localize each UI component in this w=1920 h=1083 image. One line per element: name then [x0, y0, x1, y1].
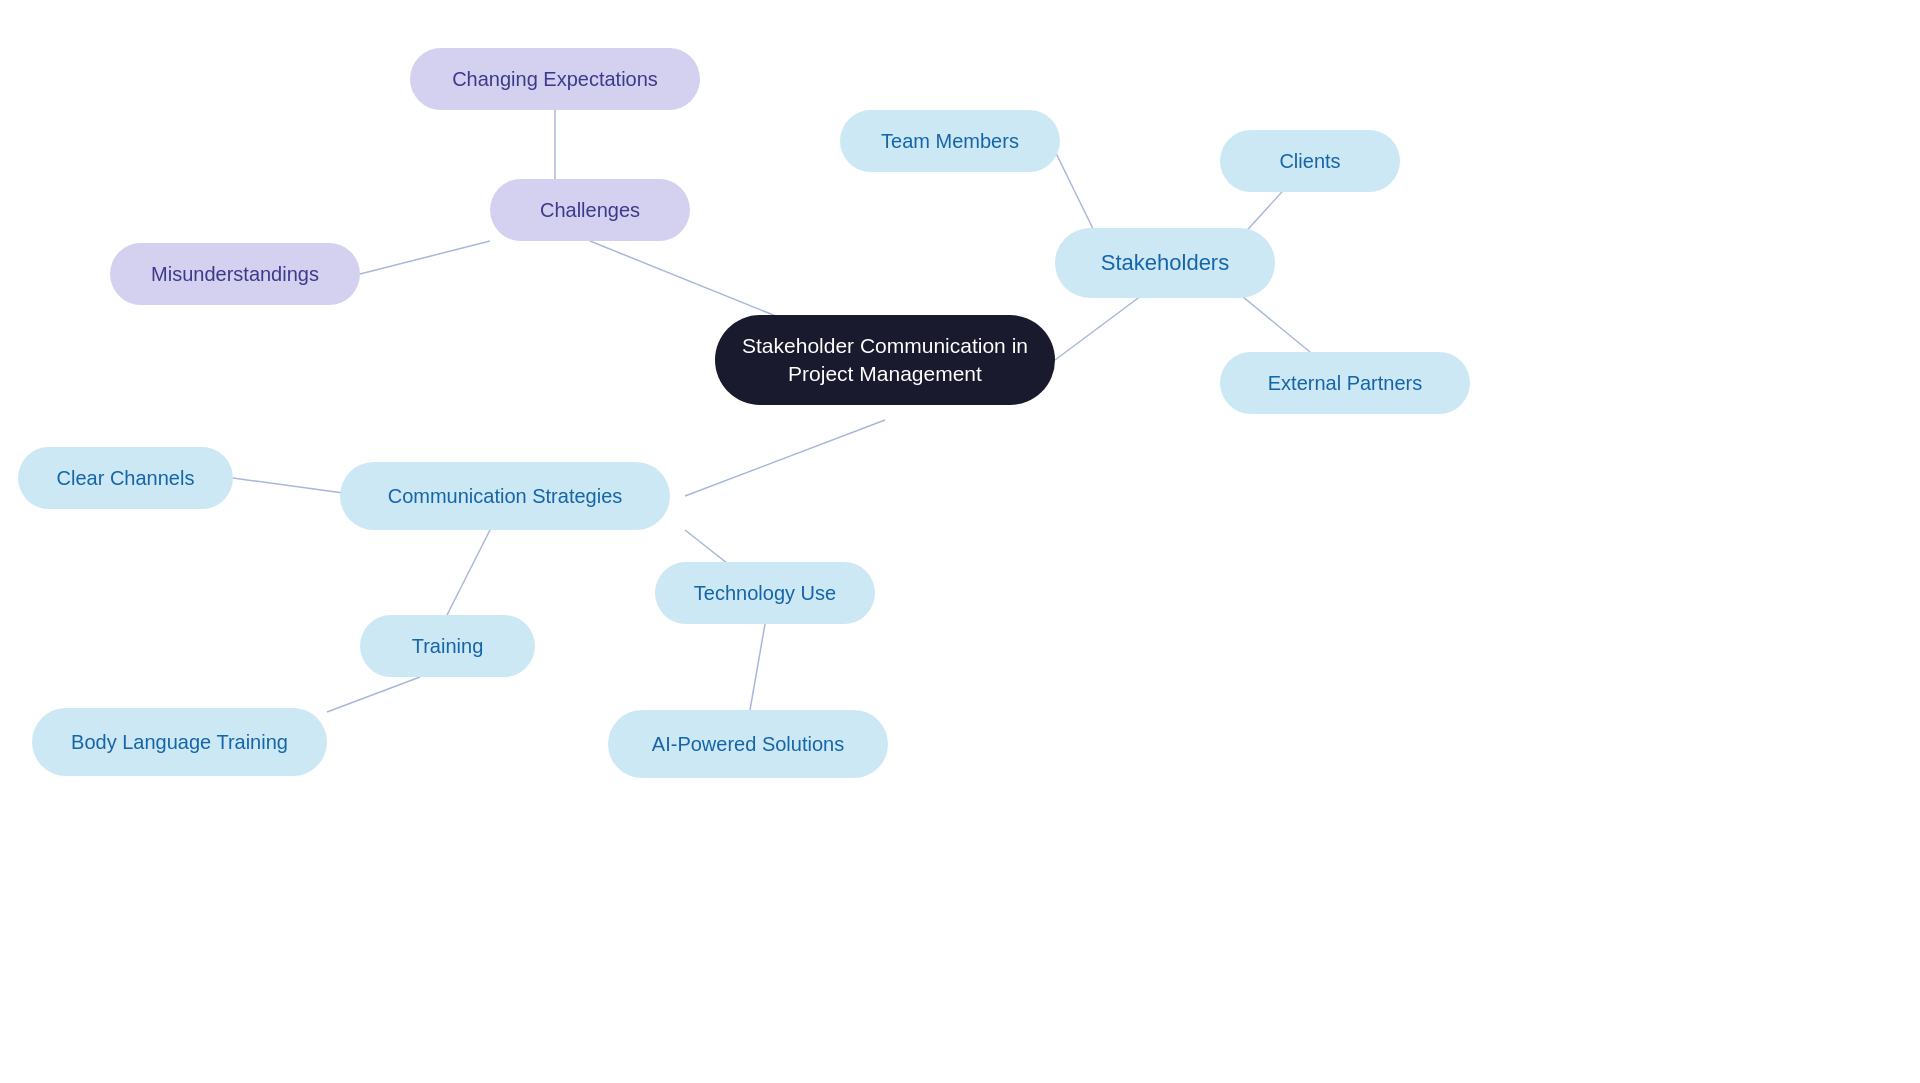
clients-node[interactable]: Clients	[1220, 130, 1400, 192]
body-language-training-node[interactable]: Body Language Training	[32, 708, 327, 776]
clear-channels-label: Clear Channels	[33, 455, 219, 502]
ai-powered-solutions-label: AI-Powered Solutions	[628, 721, 868, 768]
misunderstandings-node[interactable]: Misunderstandings	[110, 243, 360, 305]
communication-strategies-label: Communication Strategies	[364, 473, 647, 520]
misunderstandings-label: Misunderstandings	[127, 251, 343, 298]
center-label: Stakeholder Communication in Project Man…	[722, 332, 1048, 389]
svg-line-4	[360, 241, 490, 274]
challenges-node[interactable]: Challenges	[490, 179, 690, 241]
changing-expectations-label: Changing Expectations	[428, 56, 682, 103]
team-members-label: Team Members	[857, 118, 1043, 165]
stakeholders-label: Stakeholders	[1073, 236, 1257, 290]
clear-channels-node[interactable]: Clear Channels	[18, 447, 233, 509]
svg-line-12	[750, 624, 765, 710]
technology-use-label: Technology Use	[670, 570, 860, 617]
technology-use-node[interactable]: Technology Use	[655, 562, 875, 624]
external-partners-label: External Partners	[1244, 360, 1447, 407]
svg-line-2	[685, 420, 885, 496]
ai-powered-solutions-node[interactable]: AI-Powered Solutions	[608, 710, 888, 778]
training-node[interactable]: Training	[360, 615, 535, 677]
communication-strategies-node[interactable]: Communication Strategies	[340, 462, 670, 530]
external-partners-node[interactable]: External Partners	[1220, 352, 1470, 414]
body-language-training-label: Body Language Training	[47, 719, 312, 766]
challenges-label: Challenges	[516, 187, 664, 234]
stakeholders-node[interactable]: Stakeholders	[1055, 228, 1275, 298]
team-members-node[interactable]: Team Members	[840, 110, 1060, 172]
svg-line-11	[327, 677, 420, 712]
clients-label: Clients	[1255, 138, 1364, 185]
svg-line-9	[447, 530, 490, 615]
training-label: Training	[388, 623, 508, 670]
changing-expectations-node[interactable]: Changing Expectations	[410, 48, 700, 110]
center-node[interactable]: Stakeholder Communication in Project Man…	[715, 315, 1055, 405]
